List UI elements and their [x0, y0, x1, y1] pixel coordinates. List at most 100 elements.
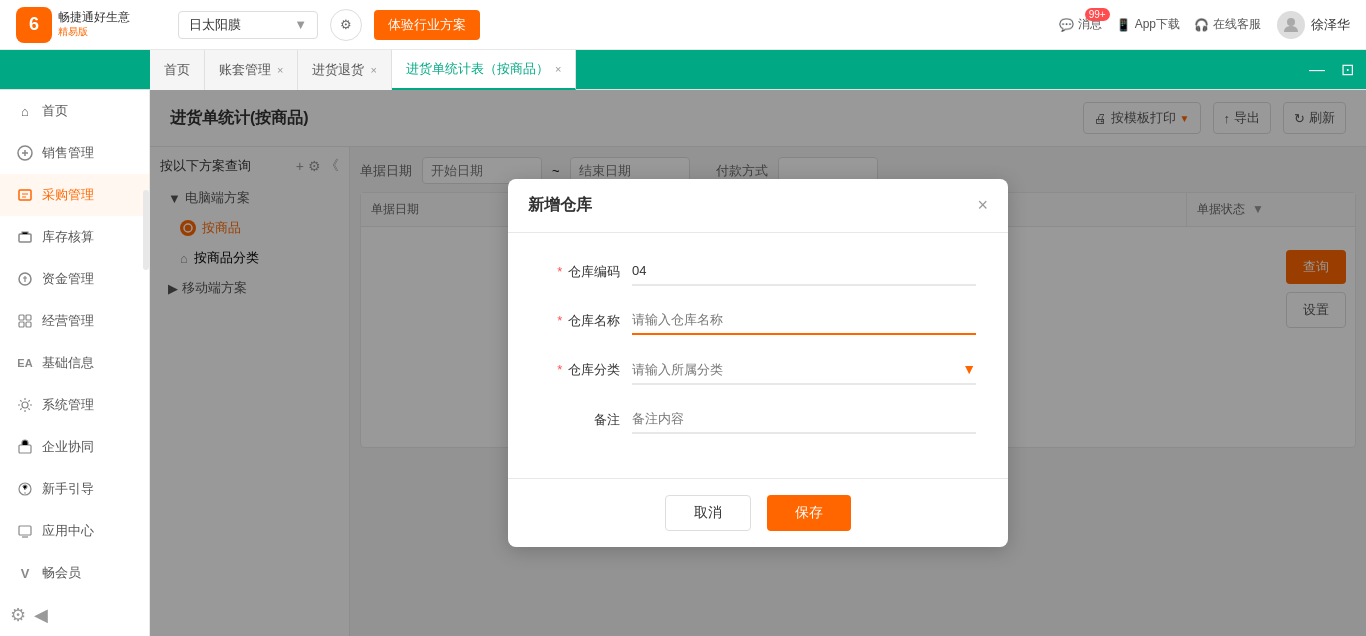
tab-purchase-stats-label: 进货单统计表（按商品） — [406, 60, 549, 78]
tabbar-right: — ⊡ — [1305, 56, 1366, 83]
sidebar-item-purchase-label: 采购管理 — [42, 186, 94, 204]
dialog-close-button[interactable]: × — [977, 195, 988, 216]
app-download-icon: 📱 — [1116, 18, 1131, 32]
tab-purchase-return-close[interactable]: × — [370, 64, 376, 76]
tab-nav-prev[interactable]: — — [1305, 57, 1329, 83]
store-name: 日太阳膜 — [189, 16, 241, 34]
sidebar-item-operation-label: 经营管理 — [42, 312, 94, 330]
username-label: 徐泽华 — [1311, 16, 1350, 34]
category-dropdown-arrow[interactable]: ▼ — [962, 361, 976, 377]
tab-home[interactable]: 首页 — [150, 50, 205, 90]
topbar: 6 畅捷通好生意 精易版 日太阳膜 ▼ ⚙ 体验行业方案 💬 消息 99+ 📱 … — [0, 0, 1366, 50]
tab-nav-next[interactable]: ⊡ — [1337, 56, 1358, 83]
app-download-button[interactable]: 📱 App下载 — [1116, 16, 1180, 33]
topbar-actions: 💬 消息 99+ 📱 App下载 🎧 在线客服 徐泽华 — [1059, 11, 1350, 39]
svg-rect-5 — [19, 315, 24, 320]
online-service-label: 在线客服 — [1213, 16, 1261, 33]
sidebar-item-home-label: 首页 — [42, 102, 68, 120]
sidebar-item-basic[interactable]: EA 基础信息 — [0, 342, 149, 384]
form-row-remark: 备注 — [540, 405, 976, 434]
version-label: 精易版 — [58, 25, 130, 39]
tab-account[interactable]: 账套管理 × — [205, 50, 298, 90]
tab-purchase-stats[interactable]: 进货单统计表（按商品） × — [392, 50, 576, 90]
dialog-title: 新增仓库 — [528, 195, 592, 216]
vip-icon: V — [16, 564, 34, 582]
tab-account-label: 账套管理 — [219, 61, 271, 79]
user-info[interactable]: 徐泽华 — [1277, 11, 1350, 39]
tab-account-close[interactable]: × — [277, 64, 283, 76]
svg-rect-2 — [19, 190, 31, 200]
svg-rect-10 — [19, 445, 31, 453]
purchase-icon — [16, 186, 34, 204]
sidebar-item-apps-label: 应用中心 — [42, 522, 94, 540]
sidebar-item-operation[interactable]: 经营管理 — [0, 300, 149, 342]
sidebar-item-guide-label: 新手引导 — [42, 480, 94, 498]
sidebar-item-home[interactable]: ⌂ 首页 — [0, 90, 149, 132]
operation-icon — [16, 312, 34, 330]
sidebar-item-purchase[interactable]: 采购管理 — [0, 174, 149, 216]
svg-rect-8 — [26, 322, 31, 327]
svg-rect-6 — [26, 315, 31, 320]
form-row-category: * 仓库分类 ▼ — [540, 355, 976, 385]
topbar-icon-group: 💬 消息 99+ 📱 App下载 🎧 在线客服 — [1059, 16, 1261, 33]
sidebar-item-sales[interactable]: 销售管理 — [0, 132, 149, 174]
cancel-button[interactable]: 取消 — [665, 495, 751, 531]
form-row-code: * 仓库编码 — [540, 257, 976, 286]
sidebar-scrollbar[interactable] — [143, 190, 149, 270]
sidebar-item-finance-label: 资金管理 — [42, 270, 94, 288]
form-row-name: * 仓库名称 — [540, 306, 976, 335]
notification-button[interactable]: 💬 消息 99+ — [1059, 16, 1102, 33]
brand-name: 畅捷通好生意 — [58, 10, 130, 26]
store-selector[interactable]: 日太阳膜 ▼ — [178, 11, 318, 39]
logo-icon: 6 — [16, 7, 52, 43]
warehouse-category-input[interactable] — [632, 362, 962, 377]
finance-icon — [16, 270, 34, 288]
sidebar-settings-button[interactable]: ⚙ — [10, 604, 26, 626]
form-label-name: * 仓库名称 — [540, 312, 620, 330]
notification-badge: 99+ — [1085, 8, 1110, 21]
remark-input[interactable] — [632, 405, 976, 434]
tabbar: 首页 账套管理 × 进货退货 × 进货单统计表（按商品） × — ⊡ — [0, 50, 1366, 90]
sidebar-item-finance[interactable]: 资金管理 — [0, 258, 149, 300]
tab-purchase-stats-close[interactable]: × — [555, 63, 561, 75]
form-label-code: * 仓库编码 — [540, 263, 620, 281]
sales-icon — [16, 144, 34, 162]
sidebar-item-system-label: 系统管理 — [42, 396, 94, 414]
store-selector-arrow: ▼ — [294, 17, 307, 32]
avatar — [1277, 11, 1305, 39]
warehouse-code-input[interactable] — [632, 257, 976, 286]
sidebar: ⌂ 首页 销售管理 采购管理 库存核算 资金管理 — [0, 90, 150, 636]
form-label-remark: 备注 — [540, 411, 620, 429]
sidebar-item-system[interactable]: 系统管理 — [0, 384, 149, 426]
logo-area: 6 畅捷通好生意 精易版 — [16, 7, 166, 43]
dialog-footer: 取消 保存 — [508, 478, 1008, 547]
tab-purchase-return-label: 进货退货 — [312, 61, 364, 79]
required-mark-category: * — [557, 362, 562, 377]
system-icon — [16, 396, 34, 414]
sidebar-item-inventory[interactable]: 库存核算 — [0, 216, 149, 258]
enterprise-icon — [16, 438, 34, 456]
settings-button[interactable]: ⚙ — [330, 9, 362, 41]
dialog-new-warehouse: 新增仓库 × * 仓库编码 * — [508, 179, 1008, 547]
sidebar-item-enterprise[interactable]: 企业协同 — [0, 426, 149, 468]
tab-purchase-return[interactable]: 进货退货 × — [298, 50, 391, 90]
sidebar-item-sales-label: 销售管理 — [42, 144, 94, 162]
required-mark-name: * — [557, 313, 562, 328]
sidebar-item-vip[interactable]: V 畅会员 — [0, 552, 149, 594]
sidebar-toggle-button[interactable]: ◀ — [34, 604, 48, 626]
tab-home-label: 首页 — [164, 61, 190, 79]
warehouse-name-input[interactable] — [632, 306, 976, 335]
home-icon: ⌂ — [16, 102, 34, 120]
save-button[interactable]: 保存 — [767, 495, 851, 531]
trial-button[interactable]: 体验行业方案 — [374, 10, 480, 40]
online-service-button[interactable]: 🎧 在线客服 — [1194, 16, 1261, 33]
sidebar-item-guide[interactable]: 新手引导 — [0, 468, 149, 510]
svg-point-12 — [24, 492, 26, 494]
sidebar-bottom: ⚙ ◀ — [0, 594, 149, 636]
sidebar-item-vip-label: 畅会员 — [42, 564, 81, 582]
sidebar-item-apps[interactable]: 应用中心 — [0, 510, 149, 552]
guide-icon — [16, 480, 34, 498]
required-mark-code: * — [557, 264, 562, 279]
warehouse-category-selector[interactable]: ▼ — [632, 355, 976, 385]
apps-icon — [16, 522, 34, 540]
